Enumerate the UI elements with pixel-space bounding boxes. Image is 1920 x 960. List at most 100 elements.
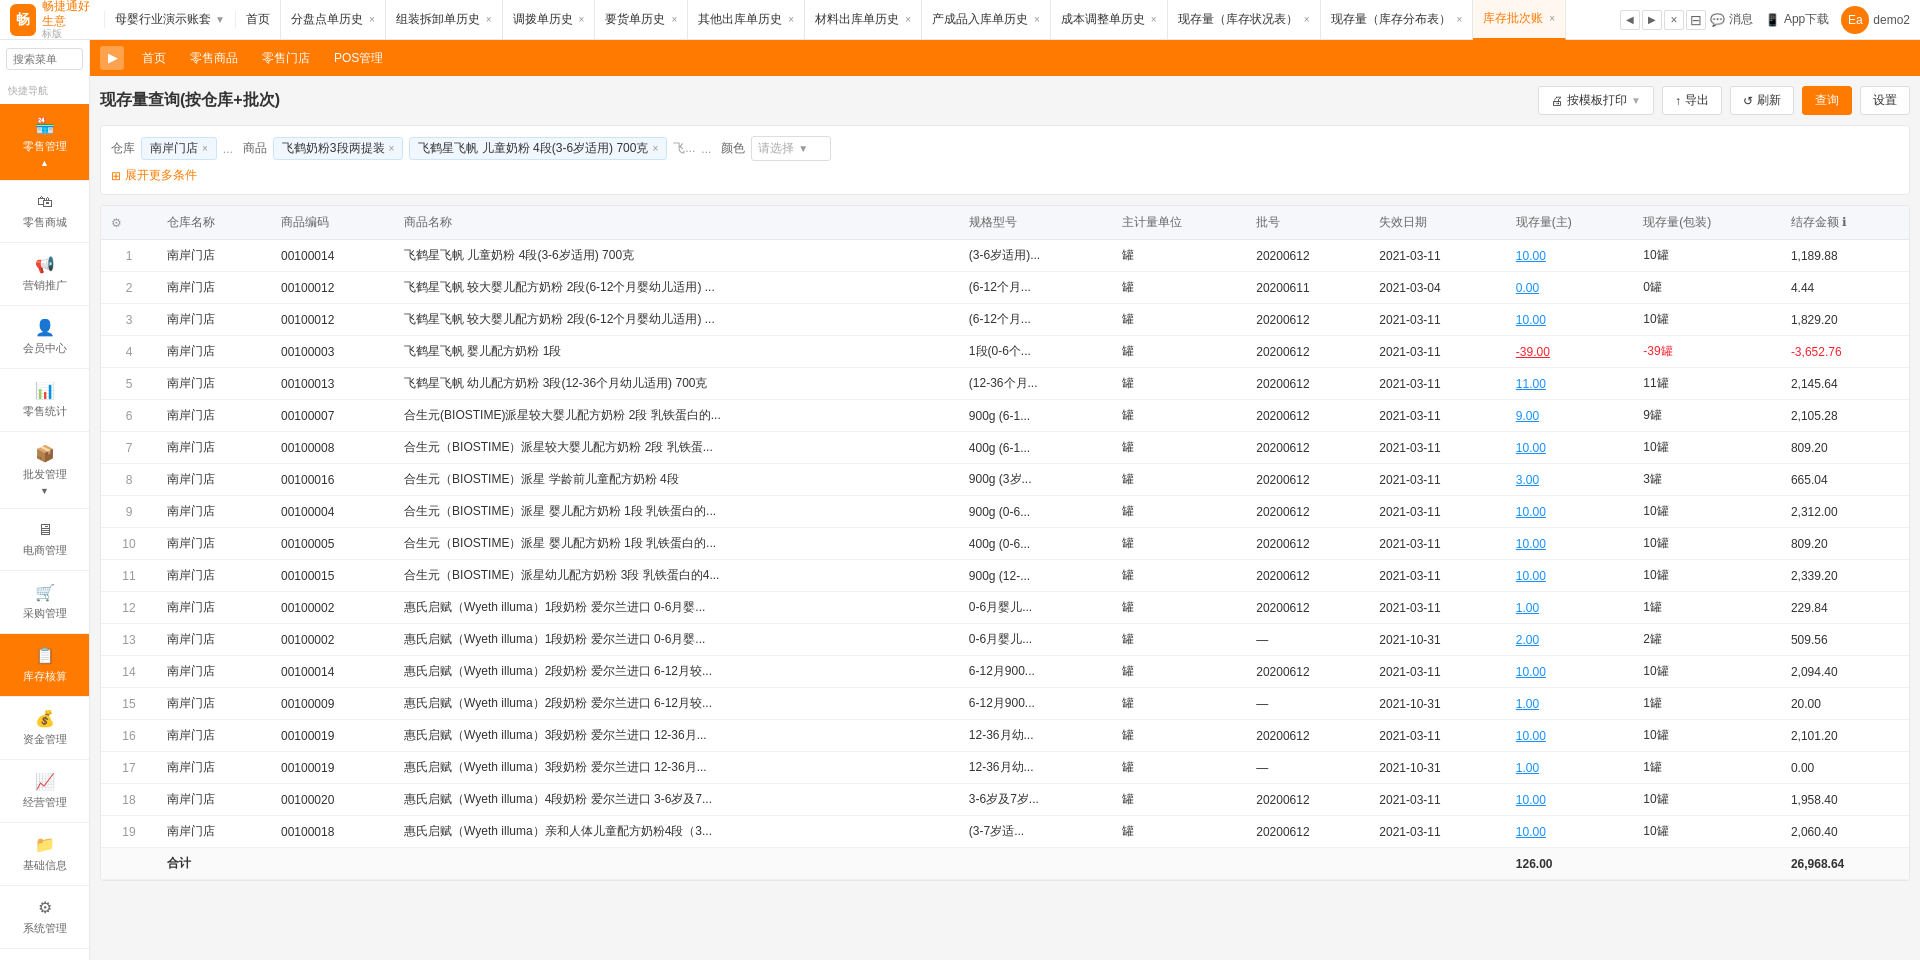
cell-qty-main[interactable]: 10.00	[1506, 240, 1633, 272]
cell-qty-main[interactable]: 10.00	[1506, 784, 1633, 816]
table-header-row: ⚙ 仓库名称 商品编码 商品名称 规格型号 主计量单位 批号 失效日期 现存量(…	[101, 206, 1909, 240]
expand-conditions-button[interactable]: ⊞ 展开更多条件	[111, 167, 1899, 184]
cell-qty-main[interactable]: 10.00	[1506, 304, 1633, 336]
cell-qty-main[interactable]: 1.00	[1506, 752, 1633, 784]
color-select[interactable]: 请选择 ▼	[751, 136, 831, 161]
cell-qty-main[interactable]: 2.00	[1506, 624, 1633, 656]
cell-spec: 12-36月幼...	[959, 720, 1112, 752]
sidebar-item-enterprise[interactable]: 🏢 企业协同	[0, 949, 89, 960]
nav-expand-btn[interactable]: ▶	[100, 46, 124, 70]
sidebar-item-purchase[interactable]: 🛒 采购管理	[0, 571, 89, 634]
cell-qty-main[interactable]: 10.00	[1506, 560, 1633, 592]
cell-qty-main[interactable]: 1.00	[1506, 592, 1633, 624]
cell-batch: 20200612	[1246, 656, 1369, 688]
sidebar-item-mall[interactable]: 🛍 零售商城	[0, 181, 89, 243]
goods-remove-0[interactable]: ×	[389, 143, 395, 154]
cell-qty-main[interactable]: 10.00	[1506, 720, 1633, 752]
tab-cost[interactable]: 成本调整单历史 ×	[1051, 0, 1168, 40]
sidebar-item-marketing[interactable]: 📢 营销推广	[0, 243, 89, 306]
cell-num: 14	[101, 656, 157, 688]
sidebar-item-inventory[interactable]: 📋 库存核算	[0, 634, 89, 697]
company-name[interactable]: 母婴行业演示账套	[115, 11, 211, 28]
cell-qty-main[interactable]: 3.00	[1506, 464, 1633, 496]
cell-code: 00100012	[271, 304, 394, 336]
tab-disassemble[interactable]: 组装拆卸单历史 ×	[386, 0, 503, 40]
tab-prev-arrow[interactable]: ◀	[1620, 10, 1640, 30]
tab-material[interactable]: 材料出库单历史 ×	[805, 0, 922, 40]
tab-close[interactable]: ×	[671, 14, 677, 25]
sec-nav-shop[interactable]: 零售门店	[252, 46, 320, 71]
sidebar-item-member[interactable]: 👤 会员中心	[0, 306, 89, 369]
tab-inv-dist[interactable]: 现存量（库存分布表） ×	[1321, 0, 1474, 40]
tab-close[interactable]: ×	[579, 14, 585, 25]
cell-qty-main[interactable]: 10.00	[1506, 528, 1633, 560]
tab-close[interactable]: ×	[1549, 13, 1555, 24]
tab-close[interactable]: ×	[1304, 14, 1310, 25]
col-name: 商品名称	[394, 206, 959, 240]
tab-inv-status[interactable]: 现存量（库存状况表） ×	[1168, 0, 1321, 40]
tab-more[interactable]: ⊟	[1686, 10, 1706, 30]
column-settings-icon[interactable]: ⚙	[111, 216, 122, 230]
goods-remove-1[interactable]: ×	[652, 143, 658, 154]
cell-qty-main[interactable]: -39.00	[1506, 336, 1633, 368]
sidebar-item-wholesale[interactable]: 📦 批发管理 ▼	[0, 432, 89, 509]
sec-nav-goods[interactable]: 零售商品	[180, 46, 248, 71]
col-settings[interactable]: ⚙	[101, 206, 157, 240]
export-button[interactable]: ↑ 导出	[1662, 86, 1722, 115]
tab-close[interactable]: ×	[1457, 14, 1463, 25]
tab-mix[interactable]: 调拨单历史 ×	[503, 0, 596, 40]
cell-qty-pkg: 10罐	[1633, 816, 1781, 848]
tab-close[interactable]: ×	[905, 14, 911, 25]
cell-qty-main[interactable]: 11.00	[1506, 368, 1633, 400]
message-button[interactable]: 💬 消息	[1710, 11, 1753, 28]
tab-close[interactable]: ×	[788, 14, 794, 25]
sec-nav-home[interactable]: 首页	[132, 46, 176, 71]
tab-batch-ledger[interactable]: 库存批次账 ×	[1473, 0, 1566, 40]
goods-tag-1[interactable]: 飞鹤星飞帆 儿童奶粉 4段(3-6岁适用) 700克 ×	[409, 137, 667, 160]
company-dropdown-icon[interactable]: ▼	[215, 14, 225, 25]
warehouse-dots[interactable]: ...	[223, 142, 233, 156]
sidebar-item-finance[interactable]: 💰 资金管理	[0, 697, 89, 760]
tab-product[interactable]: 产成品入库单历史 ×	[922, 0, 1051, 40]
refresh-button[interactable]: ↺ 刷新	[1730, 86, 1794, 115]
tab-demand[interactable]: 要货单历史 ×	[595, 0, 688, 40]
cell-qty-main[interactable]: 1.00	[1506, 688, 1633, 720]
sidebar-item-retail[interactable]: 🏪 零售管理 ▲	[0, 104, 89, 181]
goods-dots[interactable]: 飞...	[673, 140, 695, 157]
settings-button[interactable]: 设置	[1860, 86, 1910, 115]
template-print-button[interactable]: 🖨 按模板打印 ▼	[1538, 86, 1654, 115]
cell-warehouse: 南岸门店	[157, 528, 271, 560]
cell-amount: 2,060.40	[1781, 816, 1909, 848]
search-input[interactable]	[6, 48, 83, 70]
sec-nav-pos[interactable]: POS管理	[324, 46, 393, 71]
cell-qty-main[interactable]: 10.00	[1506, 816, 1633, 848]
goods-tag-0[interactable]: 飞鹤奶粉3段两提装 ×	[273, 137, 404, 160]
goods-dots2[interactable]: ...	[701, 142, 711, 156]
tab-close[interactable]: ×	[369, 14, 375, 25]
tab-home[interactable]: 首页	[236, 0, 281, 40]
sidebar-item-stats[interactable]: 📊 零售统计	[0, 369, 89, 432]
tab-close[interactable]: ×	[486, 14, 492, 25]
cell-spec: 6-12月900...	[959, 688, 1112, 720]
cell-qty-main[interactable]: 10.00	[1506, 432, 1633, 464]
tab-next-arrow[interactable]: ▶	[1642, 10, 1662, 30]
app-download-button[interactable]: 📱 App下载	[1765, 11, 1829, 28]
sidebar-item-system[interactable]: ⚙ 系统管理	[0, 886, 89, 949]
tab-close-all[interactable]: ×	[1664, 10, 1684, 30]
tab-distribute[interactable]: 分盘点单历史 ×	[281, 0, 386, 40]
tab-close[interactable]: ×	[1034, 14, 1040, 25]
sidebar-item-ecommerce[interactable]: 🖥 电商管理	[0, 509, 89, 571]
warehouse-remove-icon[interactable]: ×	[202, 143, 208, 154]
user-avatar[interactable]: Ea demo2	[1841, 6, 1910, 34]
sidebar-item-operation[interactable]: 📈 经营管理	[0, 760, 89, 823]
tab-outbound[interactable]: 其他出库单历史 ×	[688, 0, 805, 40]
query-button[interactable]: 查询	[1802, 86, 1852, 115]
cell-qty-main[interactable]: 0.00	[1506, 272, 1633, 304]
cell-qty-main[interactable]: 10.00	[1506, 656, 1633, 688]
warehouse-tag[interactable]: 南岸门店 ×	[141, 137, 217, 160]
cell-qty-main[interactable]: 9.00	[1506, 400, 1633, 432]
sidebar-item-basic[interactable]: 📁 基础信息	[0, 823, 89, 886]
cell-unit: 罐	[1112, 528, 1246, 560]
cell-qty-main[interactable]: 10.00	[1506, 496, 1633, 528]
tab-close[interactable]: ×	[1151, 14, 1157, 25]
